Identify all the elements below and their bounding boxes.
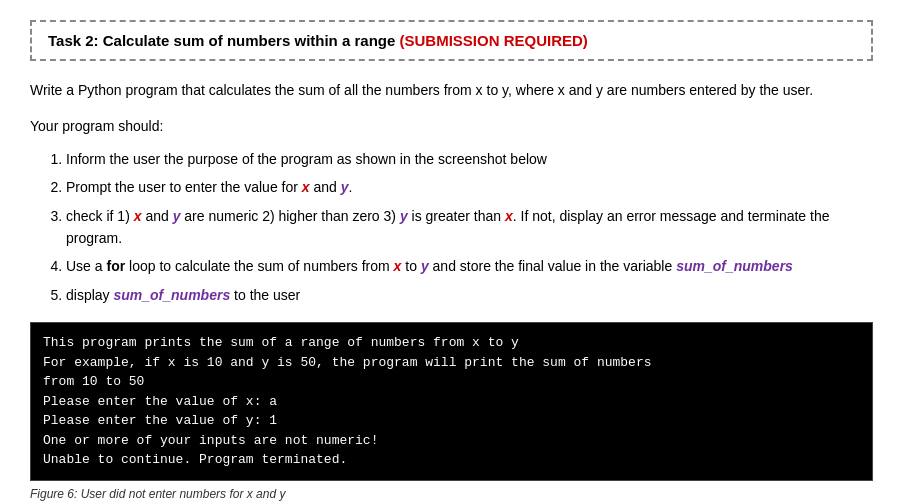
instruction-3-x2: x bbox=[505, 208, 513, 224]
instruction-4-bold: for bbox=[106, 258, 125, 274]
instruction-3-m3: is greater than bbox=[408, 208, 505, 224]
instruction-2-middle: and bbox=[310, 179, 341, 195]
task-title-text: Task 2: Calculate sum of numbers within … bbox=[48, 32, 399, 49]
instruction-2-x: x bbox=[302, 179, 310, 195]
terminal-output: This program prints the sum of a range o… bbox=[30, 322, 873, 481]
instruction-4-sum: sum_of_numbers bbox=[676, 258, 793, 274]
intro-paragraph: Write a Python program that calculates t… bbox=[30, 79, 873, 101]
list-item-2: Prompt the user to enter the value for x… bbox=[66, 176, 873, 198]
your-program-label: Your program should: bbox=[30, 115, 873, 137]
instruction-5-sum: sum_of_numbers bbox=[113, 287, 230, 303]
instruction-2-y: y bbox=[341, 179, 349, 195]
list-item-1: Inform the user the purpose of the progr… bbox=[66, 148, 873, 170]
list-item-3: check if 1) x and y are numeric 2) highe… bbox=[66, 205, 873, 250]
task-box: Task 2: Calculate sum of numbers within … bbox=[30, 20, 873, 61]
figure-caption: Figure 6: User did not enter numbers for… bbox=[30, 487, 873, 501]
list-item-4: Use a for loop to calculate the sum of n… bbox=[66, 255, 873, 277]
instruction-5-after: to the user bbox=[230, 287, 300, 303]
instruction-4-middle: loop to calculate the sum of numbers fro… bbox=[125, 258, 393, 274]
instruction-1-text: Inform the user the purpose of the progr… bbox=[66, 151, 547, 167]
instruction-5-before: display bbox=[66, 287, 113, 303]
terminal-line-2: For example, if x is 10 and y is 50, the… bbox=[43, 353, 860, 373]
terminal-line-1: This program prints the sum of a range o… bbox=[43, 333, 860, 353]
terminal-line-6: One or more of your inputs are not numer… bbox=[43, 431, 860, 451]
list-item-5: display sum_of_numbers to the user bbox=[66, 284, 873, 306]
instruction-4-m2: to bbox=[401, 258, 420, 274]
instruction-2-after: . bbox=[349, 179, 353, 195]
terminal-line-4: Please enter the value of x: a bbox=[43, 392, 860, 412]
instruction-4-y: y bbox=[421, 258, 429, 274]
instruction-3-before: check if 1) bbox=[66, 208, 134, 224]
task-title: Task 2: Calculate sum of numbers within … bbox=[48, 32, 588, 49]
terminal-line-7: Unable to continue. Program terminated. bbox=[43, 450, 860, 470]
instruction-3-y2: y bbox=[400, 208, 408, 224]
instruction-3-m2: are numeric 2) higher than zero 3) bbox=[180, 208, 399, 224]
task-title-required: (SUBMISSION REQUIRED) bbox=[399, 32, 587, 49]
instruction-3-x1: x bbox=[134, 208, 142, 224]
instruction-2-before: Prompt the user to enter the value for bbox=[66, 179, 302, 195]
terminal-line-3: from 10 to 50 bbox=[43, 372, 860, 392]
terminal-line-5: Please enter the value of y: 1 bbox=[43, 411, 860, 431]
instructions-list: Inform the user the purpose of the progr… bbox=[30, 148, 873, 306]
instruction-3-m1: and bbox=[142, 208, 173, 224]
instruction-4-m3: and store the final value in the variabl… bbox=[429, 258, 677, 274]
instruction-4-before: Use a bbox=[66, 258, 106, 274]
